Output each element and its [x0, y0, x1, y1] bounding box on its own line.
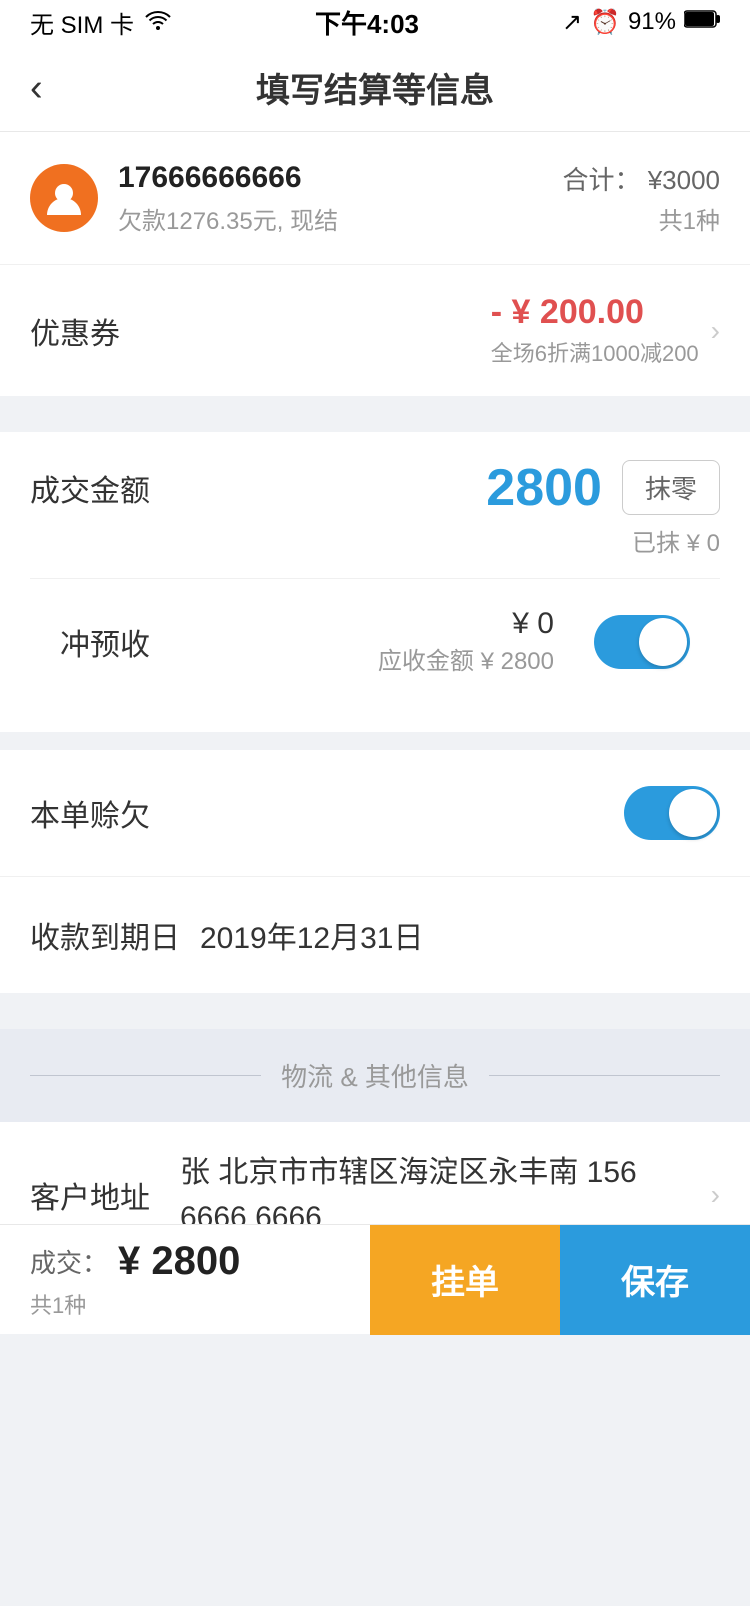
coupon-label: 优惠券	[30, 309, 120, 353]
location-icon: ↗	[562, 8, 582, 37]
coupon-chevron-icon: ›	[711, 315, 720, 347]
prepayment-toggle-knob	[639, 618, 687, 666]
coupon-desc: 全场6折满1000减200	[491, 336, 699, 368]
customer-right: 合计： ¥3000 共1种	[562, 160, 720, 236]
bottom-bar: 成交： ¥ 2800 共1种 挂单 保存	[0, 1224, 750, 1334]
due-date-row: 收款到期日 2019年12月31日	[0, 876, 750, 993]
prepayment-amount: ¥ 0	[378, 607, 554, 641]
transaction-amount-label: 成交金额	[30, 466, 150, 510]
wifi-icon	[144, 8, 172, 37]
prepayment-row: 冲预收 ¥ 0 应收金额 ¥ 2800	[30, 578, 720, 704]
status-right: ↗ ⏰ 91%	[562, 8, 720, 37]
debt-section: 本单赊欠 收款到期日 2019年12月31日	[0, 750, 750, 993]
coupon-info: - ¥ 200.00 全场6折满1000减200	[491, 293, 699, 368]
due-date-label: 收款到期日	[30, 913, 180, 957]
prepayment-right: ¥ 0 应收金额 ¥ 2800	[378, 607, 690, 676]
transaction-amount-row: 成交金额 2800 抹零	[30, 460, 720, 515]
customer-phone: 17666666666	[118, 161, 338, 195]
prepayment-toggle[interactable]	[594, 615, 690, 669]
total-label: 合计： ¥3000	[562, 160, 720, 197]
page-title: 填写结算等信息	[256, 63, 494, 112]
bottom-summary: 成交： ¥ 2800 共1种	[0, 1239, 370, 1320]
battery-label: 91%	[628, 8, 676, 36]
alarm-icon: ⏰	[590, 8, 620, 37]
separator-2	[0, 732, 750, 750]
content: 17666666666 欠款1276.35元, 现结 合计： ¥3000 共1种…	[0, 132, 750, 1606]
bottom-total-row: 成交： ¥ 2800	[30, 1239, 340, 1284]
status-time: 下午4:03	[315, 4, 419, 41]
status-left: 无 SIM 卡	[30, 5, 172, 40]
address-chevron-icon: ›	[711, 1179, 720, 1211]
status-bar: 无 SIM 卡 下午4:03 ↗ ⏰ 91%	[0, 0, 750, 44]
round-button[interactable]: 抹零	[622, 460, 720, 515]
logistics-divider: 物流 & 其他信息	[0, 1029, 750, 1122]
customer-info: 17666666666 欠款1276.35元, 现结	[118, 161, 338, 236]
transaction-amount-value: 2800	[486, 462, 602, 514]
customer-card: 17666666666 欠款1276.35元, 现结 合计： ¥3000 共1种…	[0, 132, 750, 396]
pending-button[interactable]: 挂单	[370, 1225, 560, 1335]
bottom-count: 共1种	[30, 1288, 340, 1320]
divider-line-right	[489, 1075, 720, 1076]
coupon-row[interactable]: 优惠券 - ¥ 200.00 全场6折满1000减200 ›	[0, 265, 750, 396]
separator-3	[0, 1011, 750, 1029]
total-amount: ¥3000	[648, 165, 720, 195]
debt-toggle-knob	[669, 789, 717, 837]
avatar	[30, 164, 98, 232]
battery-icon	[684, 8, 720, 36]
back-button[interactable]: ‹	[30, 69, 43, 107]
sim-label: 无 SIM 卡	[30, 5, 134, 40]
debt-toggle[interactable]	[624, 786, 720, 840]
prepayment-label: 冲预收	[60, 620, 150, 664]
total-count: 共1种	[562, 201, 720, 236]
customer-left: 17666666666 欠款1276.35元, 现结	[30, 161, 338, 236]
separator-1	[0, 414, 750, 432]
save-button[interactable]: 保存	[560, 1225, 750, 1335]
coupon-discount: - ¥ 200.00	[491, 293, 699, 332]
debt-row: 本单赊欠	[0, 750, 750, 876]
transaction-amount-sub: 已抹 ¥ 0	[632, 530, 720, 557]
coupon-right: - ¥ 200.00 全场6折满1000减200 ›	[491, 293, 720, 368]
due-date-value: 2019年12月31日	[200, 913, 423, 957]
bottom-summary-label: 成交：	[30, 1243, 108, 1280]
customer-debt: 欠款1276.35元, 现结	[118, 201, 338, 236]
prepayment-sub: 应收金额 ¥ 2800	[378, 641, 554, 676]
debt-label: 本单赊欠	[30, 791, 150, 835]
transaction-amount-right: 2800 抹零	[486, 460, 720, 515]
amount-section: 成交金额 2800 抹零 已抹 ¥ 0 冲预收 ¥ 0 应收金额 ¥ 2800	[0, 432, 750, 732]
bottom-summary-amount: ¥ 2800	[118, 1239, 240, 1284]
divider-line-left	[30, 1075, 261, 1076]
nav-bar: ‹ 填写结算等信息	[0, 44, 750, 132]
address-label: 客户地址	[30, 1173, 150, 1217]
customer-row: 17666666666 欠款1276.35元, 现结 合计： ¥3000 共1种	[0, 132, 750, 265]
logistics-label: 物流 & 其他信息	[281, 1057, 469, 1094]
